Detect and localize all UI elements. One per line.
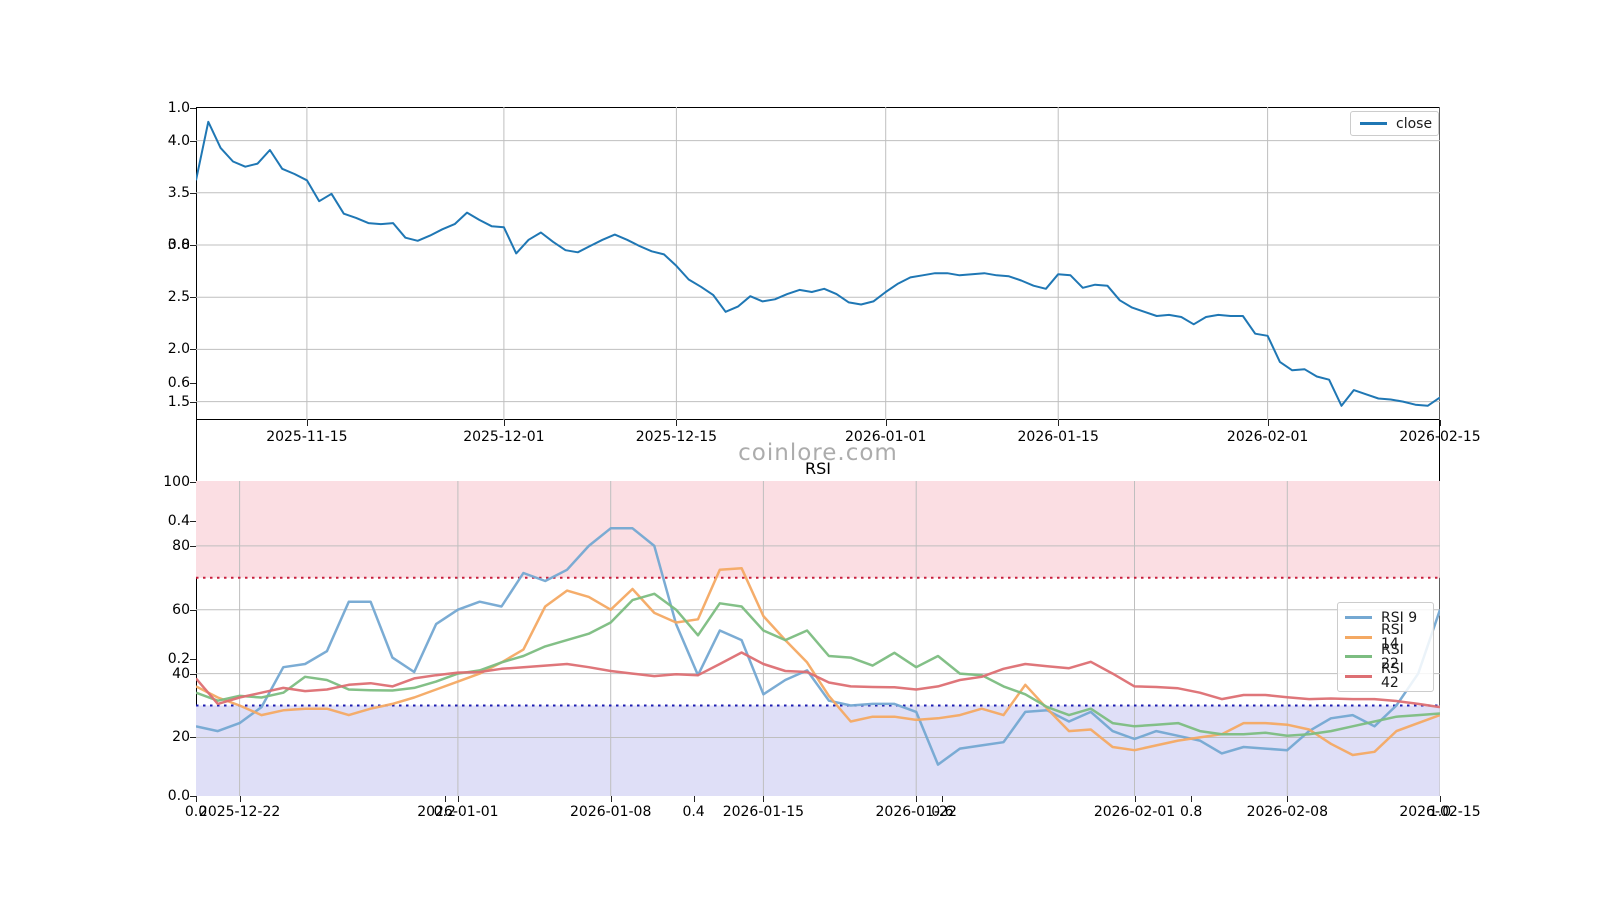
rsi-14-legend-line-icon [1345, 635, 1372, 639]
price-ytick-label: 4.0 [167, 132, 190, 149]
overlay-ytick-mark [190, 658, 196, 660]
overlay-xtick-mark [942, 796, 944, 802]
rsi-legend-row: RSI 42 [1345, 662, 1424, 690]
price-xtick-mark [1440, 420, 1441, 426]
overlay-ytick-mark [190, 245, 196, 247]
price-ytick-label: 2.5 [167, 289, 190, 306]
overlay-ytick-mark [190, 520, 196, 522]
rsi-22-legend-line-icon [1345, 655, 1372, 659]
overlay-ytick-label: 0.8 [167, 237, 190, 254]
rsi-42-legend-line-icon [1345, 674, 1372, 678]
rsi-plot [196, 481, 1440, 796]
price-xtick-mark [503, 420, 505, 426]
overlay-xtick-label: 0.2 [433, 804, 456, 820]
overlay-xtick-label: 0.4 [682, 804, 705, 820]
rsi-xtick-mark [1287, 796, 1289, 802]
overlay-xtick-label: 0.6 [931, 804, 954, 820]
overlay-xtick-label: 0.0 [184, 804, 208, 820]
price-plot [196, 107, 1440, 420]
overlay-xtick-mark [1440, 796, 1441, 802]
close-line [196, 120, 1440, 407]
rsi-ytick-label: 60 [172, 601, 190, 618]
price-xtick-label: 2025-12-15 [635, 429, 718, 445]
price-ytick-label: 1.5 [167, 393, 190, 410]
price-xtick-mark [676, 420, 678, 426]
price-ytick-mark [190, 349, 196, 351]
close-legend-line-icon [1360, 122, 1387, 125]
rsi-ytick-mark [190, 673, 196, 675]
price-xtick-label: 2026-02-15 [1399, 429, 1481, 445]
overlay-ytick-mark [190, 108, 196, 109]
price-xtick-label: 2025-11-15 [266, 429, 348, 445]
overlay-xtick-mark [693, 796, 695, 802]
overbought-band [196, 481, 1440, 578]
overlay-ytick-label: 0.4 [167, 512, 190, 529]
overlay-xtick-mark [444, 796, 446, 802]
price-xtick-mark [306, 420, 308, 426]
rsi-ytick-mark [190, 737, 196, 739]
price-ytick-mark [190, 192, 196, 194]
rsi-ytick-label: 20 [172, 729, 190, 746]
overlay-ytick-label: 1.0 [167, 100, 190, 116]
overlay-xtick-mark [196, 796, 197, 802]
overlay-ytick-label: 0.6 [167, 375, 190, 392]
rsi-42-legend-label: RSI 42 [1381, 661, 1404, 692]
price-xtick-mark [885, 420, 887, 426]
chart-figure: 4.0 3.5 3.0 2.5 2.0 1.5 1.0 0.8 0.6 0.4 0.2 0.0 100 8… [0, 0, 1600, 900]
price-legend: close [1350, 111, 1439, 136]
price-ytick-label: 3.5 [167, 184, 190, 201]
rsi-ytick-mark [190, 545, 196, 547]
price-ytick-mark [190, 401, 196, 403]
rsi-ytick-mark [190, 482, 196, 483]
overlay-xtick-label: 0.8 [1180, 804, 1203, 820]
overlay-xtick-label: 1.0 [1428, 804, 1452, 820]
price-xtick-mark [1267, 420, 1269, 426]
price-xtick-label: 2026-01-15 [1017, 429, 1099, 445]
price-ytick-mark [190, 140, 196, 142]
price-xtick-label: 2025-12-01 [463, 429, 545, 445]
rsi-legend: RSI 9 RSI 14 RSI 22 RSI 42 [1337, 602, 1434, 692]
rsi-xtick-mark [610, 796, 612, 802]
oversold-band [196, 705, 1440, 796]
rsi-ytick-label: 100 [163, 474, 190, 490]
price-xtick-mark [1058, 420, 1060, 426]
price-ytick-label: 2.0 [167, 341, 190, 358]
close-legend-label: close [1396, 115, 1433, 132]
rsi-9-legend-line-icon [1345, 616, 1372, 620]
rsi-ytick-label: 40 [172, 665, 190, 682]
rsi-ytick-label: 80 [172, 537, 190, 554]
rsi-ytick-mark [190, 609, 196, 611]
price-ytick-mark [190, 297, 196, 299]
overlay-xtick-mark [1191, 796, 1193, 802]
rsi-chart-title: RSI [805, 459, 831, 478]
price-xtick-label: 2026-02-01 [1226, 429, 1309, 445]
overlay-ytick-mark [190, 383, 196, 385]
